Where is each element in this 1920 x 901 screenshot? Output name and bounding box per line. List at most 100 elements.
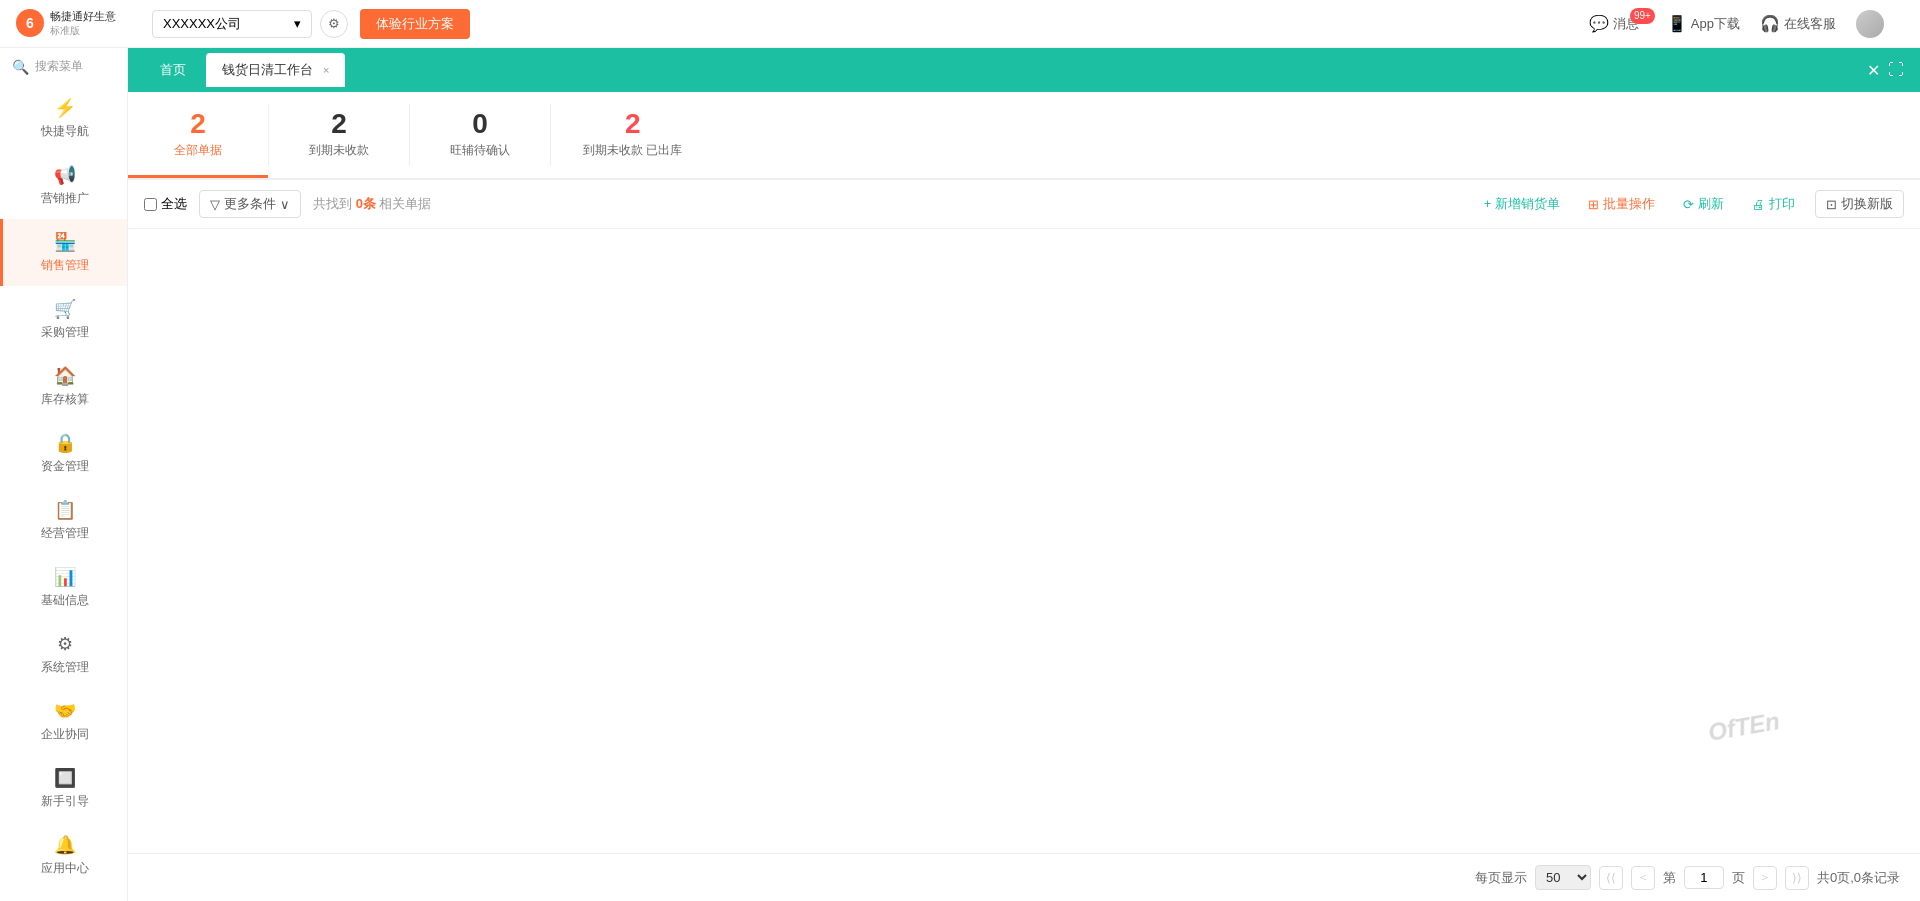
window-close-button[interactable]: ✕ (1867, 61, 1880, 80)
switch-version-button[interactable]: ⊡ 切换新版 (1815, 190, 1904, 218)
tab-bar: 首页 钱货日清工作台 × ✕ ⛶ (128, 48, 1920, 92)
logo-icon: 6 (16, 9, 44, 37)
sidebar-item-inventory[interactable]: 🏠 库存核算 (0, 353, 127, 420)
stat-card-shipped[interactable]: 2 到期未收款 已出库 (551, 92, 714, 178)
page-number-input[interactable]: 1 (1684, 866, 1724, 889)
stat-label-shipped: 到期未收款 已出库 (583, 142, 682, 159)
gear-icon: ⚙ (328, 16, 340, 31)
sidebar-item-system[interactable]: ⚙ 系统管理 (0, 621, 127, 688)
sidebar-item-sales[interactable]: 🏪 销售管理 (0, 219, 127, 286)
select-all-label: 全选 (161, 195, 187, 213)
company-name: XXXXXX公司 (163, 15, 241, 33)
sidebar-item-newbie[interactable]: 🔲 新手引导 (0, 755, 127, 822)
clipboard-icon: 📋 (54, 499, 76, 521)
sidebar-label-purchase: 采购管理 (41, 324, 89, 341)
sidebar-label-enterprise: 企业协同 (41, 726, 89, 743)
per-page-select[interactable]: 10 20 50 100 (1535, 865, 1591, 890)
message-icon: 💬 (1589, 14, 1609, 33)
stat-label-pending: 旺辅待确认 (450, 142, 510, 159)
sidebar-label-basic: 基础信息 (41, 592, 89, 609)
found-prefix: 共找到 (313, 196, 352, 211)
found-count: 0条 (356, 196, 376, 211)
sidebar-item-enterprise[interactable]: 🤝 企业协同 (0, 688, 127, 755)
service-icon: 🎧 (1760, 14, 1780, 33)
stat-card-all[interactable]: 2 全部单据 (128, 92, 268, 178)
main-layout: 🔍 搜索菜单 ⚡ 快捷导航 📢 营销推广 🏪 销售管理 🛒 采购管理 🏠 库存核… (0, 48, 1920, 901)
sidebar-item-capital[interactable]: 🔒 资金管理 (0, 420, 127, 487)
sidebar-item-search[interactable]: 🔍 搜索菜单 (0, 48, 127, 85)
message-badge: 99+ (1630, 8, 1655, 24)
database-icon: 📊 (54, 566, 76, 588)
handshake-icon: 🤝 (54, 700, 76, 722)
page-prefix-label: 第 (1663, 869, 1676, 887)
batch-icon: ⊞ (1588, 197, 1599, 212)
settings-button[interactable]: ⚙ (320, 10, 348, 38)
company-selector[interactable]: XXXXXX公司 ▾ (152, 10, 312, 38)
message-button[interactable]: 💬 消息 99+ (1581, 14, 1647, 33)
search-icon: 🔍 (12, 59, 29, 75)
next-page-button[interactable]: ＞ (1753, 866, 1777, 890)
lock-icon: 🔒 (54, 432, 76, 454)
sidebar-item-operation[interactable]: 📋 经营管理 (0, 487, 127, 554)
sidebar-item-appstore[interactable]: 🔔 应用中心 (0, 822, 127, 889)
bell-icon: 🔔 (54, 834, 76, 856)
pagination: 每页显示 10 20 50 100 ⟨⟨ ＜ 第 1 页 ＞ ⟩⟩ 共0页,0条… (128, 853, 1920, 901)
batch-ops-button[interactable]: ⊞ 批量操作 (1580, 191, 1663, 217)
stat-card-overdue[interactable]: 2 到期未收款 (269, 92, 409, 178)
stat-card-pending[interactable]: 0 旺辅待确认 (410, 92, 550, 178)
first-page-button[interactable]: ⟨⟨ (1599, 866, 1623, 890)
found-suffix: 相关单据 (379, 196, 431, 211)
select-all-input[interactable] (144, 198, 157, 211)
warehouse-icon: 🏠 (54, 365, 76, 387)
sales-icon: 🏪 (54, 231, 76, 253)
more-filter-button[interactable]: ▽ 更多条件 ∨ (199, 190, 301, 218)
cart-icon: 🛒 (54, 298, 76, 320)
logo-area: 6 畅捷通好生意 标准版 (16, 9, 144, 37)
refresh-icon: ⟳ (1683, 197, 1694, 212)
avatar[interactable] (1856, 10, 1884, 38)
window-maximize-button[interactable]: ⛶ (1888, 61, 1904, 80)
sidebar-label-sales: 销售管理 (41, 257, 89, 274)
system-icon: ⚙ (57, 633, 73, 655)
sidebar-item-wechat[interactable]: 💬 企业微信 (0, 889, 127, 901)
select-all-checkbox[interactable]: 全选 (144, 195, 187, 213)
toolbar-left: 全选 ▽ 更多条件 ∨ 共找到 0条 相关单据 (144, 190, 431, 218)
refresh-label: 刷新 (1698, 195, 1724, 213)
print-button[interactable]: 🖨 打印 (1744, 191, 1803, 217)
switch-label: 切换新版 (1841, 195, 1893, 213)
sidebar-label-quick-nav: 快捷导航 (41, 123, 89, 140)
batch-label: 批量操作 (1603, 195, 1655, 213)
toolbar-right: + 新增销货单 ⊞ 批量操作 ⟳ 刷新 🖨 打印 ⊡ (1476, 190, 1904, 218)
sidebar-label-appstore: 应用中心 (41, 860, 89, 877)
trial-button[interactable]: 体验行业方案 (360, 9, 470, 39)
sidebar-item-quick-nav[interactable]: ⚡ 快捷导航 (0, 85, 127, 152)
sidebar-item-purchase[interactable]: 🛒 采购管理 (0, 286, 127, 353)
filter-label: 更多条件 (224, 195, 276, 213)
tab-active[interactable]: 钱货日清工作台 × (206, 53, 345, 87)
sidebar-item-marketing[interactable]: 📢 营销推广 (0, 152, 127, 219)
stat-label-all: 全部单据 (174, 142, 222, 159)
tab-label: 钱货日清工作台 (222, 61, 313, 79)
online-service-button[interactable]: 🎧 在线客服 (1760, 14, 1836, 33)
print-icon: 🖨 (1752, 197, 1765, 212)
sidebar-label-system: 系统管理 (41, 659, 89, 676)
logo-text: 畅捷通好生意 (50, 9, 116, 23)
app-download-label: App下载 (1691, 15, 1740, 33)
toolbar: 全选 ▽ 更多条件 ∨ 共找到 0条 相关单据 + 新增销货单 (128, 180, 1920, 229)
found-text: 共找到 0条 相关单据 (313, 195, 431, 213)
sidebar-label-inventory: 库存核算 (41, 391, 89, 408)
sidebar-item-basic[interactable]: 📊 基础信息 (0, 554, 127, 621)
tab-close-button[interactable]: × (323, 64, 329, 76)
new-sale-button[interactable]: + 新增销货单 (1476, 191, 1568, 217)
last-page-button[interactable]: ⟩⟩ (1785, 866, 1809, 890)
stats-row: 2 全部单据 2 到期未收款 0 旺辅待确认 2 到期未收款 已出库 (128, 92, 1920, 180)
app-download-button[interactable]: 📱 App下载 (1667, 14, 1740, 33)
filter-icon: ▽ (210, 197, 220, 212)
refresh-button[interactable]: ⟳ 刷新 (1675, 191, 1732, 217)
phone-icon: 📱 (1667, 14, 1687, 33)
prev-page-button[interactable]: ＜ (1631, 866, 1655, 890)
chevron-down-icon: ▾ (294, 16, 301, 31)
stat-number-overdue: 2 (331, 108, 347, 140)
stat-number-all: 2 (190, 108, 206, 140)
tab-home[interactable]: 首页 (144, 53, 202, 87)
